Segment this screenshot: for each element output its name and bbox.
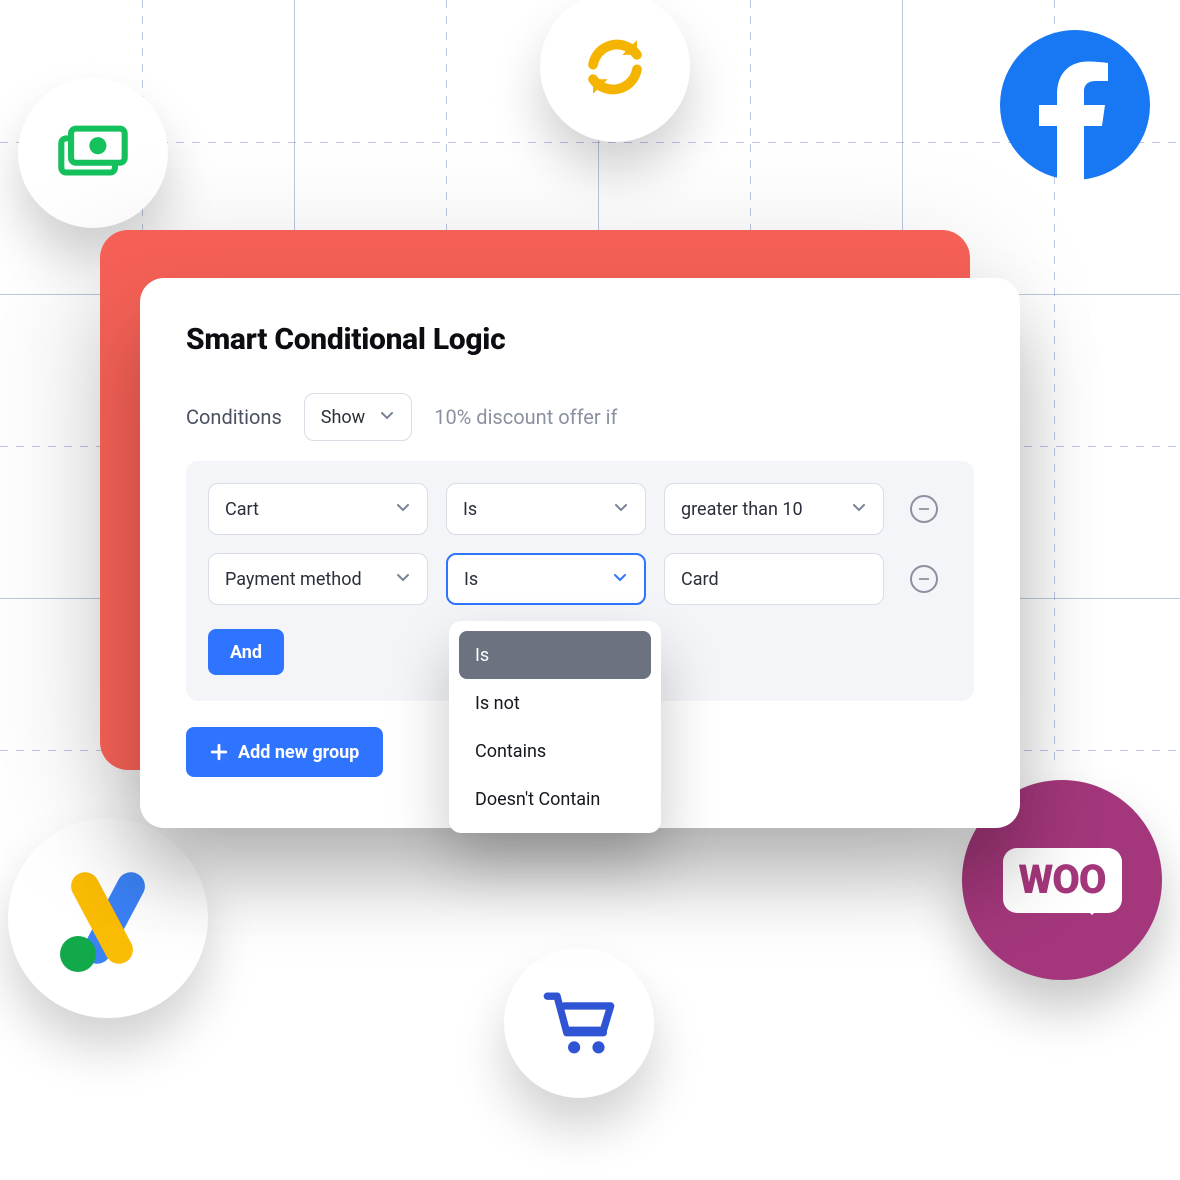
operator-select[interactable]: Is <box>446 553 646 605</box>
operator-select[interactable]: Is <box>446 483 646 535</box>
conditional-logic-panel: Smart Conditional Logic Conditions Show … <box>140 278 1020 828</box>
value-text: Card <box>681 569 719 590</box>
operator-dropdown: Is Is not Contains Doesn't Contain <box>449 621 661 833</box>
chevron-down-icon <box>395 569 411 590</box>
cart-icon <box>504 948 654 1098</box>
visibility-select[interactable]: Show <box>304 393 412 441</box>
value-text: greater than 10 <box>681 499 803 520</box>
chevron-down-icon <box>379 407 395 428</box>
remove-row-button[interactable] <box>910 495 938 523</box>
cash-icon <box>18 78 168 228</box>
and-button[interactable]: And <box>208 629 284 675</box>
field-value: Payment method <box>225 569 362 590</box>
dropdown-option-contains[interactable]: Contains <box>459 727 651 775</box>
dropdown-option-is-not[interactable]: Is not <box>459 679 651 727</box>
chevron-down-icon <box>851 499 867 520</box>
field-select[interactable]: Cart <box>208 483 428 535</box>
plus-icon <box>210 743 228 761</box>
sync-icon <box>540 0 690 142</box>
visibility-value: Show <box>321 407 365 428</box>
chevron-down-icon <box>613 499 629 520</box>
dropdown-option-is[interactable]: Is <box>459 631 651 679</box>
woo-label: WOO <box>1003 848 1122 913</box>
value-select[interactable]: greater than 10 <box>664 483 884 535</box>
value-input[interactable]: Card <box>664 553 884 605</box>
operator-value: Is <box>464 569 478 590</box>
dropdown-option-doesnt-contain[interactable]: Doesn't Contain <box>459 775 651 823</box>
panel-title: Smart Conditional Logic <box>186 322 974 357</box>
and-label: And <box>230 642 262 663</box>
add-group-button[interactable]: Add new group <box>186 727 383 777</box>
field-select[interactable]: Payment method <box>208 553 428 605</box>
chevron-down-icon <box>612 569 628 590</box>
conditions-label: Conditions <box>186 405 282 429</box>
condition-row: Cart Is greater than 10 <box>208 483 952 535</box>
google-ads-icon <box>8 818 208 1018</box>
condition-row: Payment method Is Card <box>208 553 952 605</box>
remove-row-button[interactable] <box>910 565 938 593</box>
field-value: Cart <box>225 499 259 520</box>
condition-group: Cart Is greater than 10 Payment method I… <box>186 461 974 701</box>
chevron-down-icon <box>395 499 411 520</box>
offer-text: 10% discount offer if <box>434 405 617 429</box>
operator-value: Is <box>463 499 477 520</box>
add-group-label: Add new group <box>238 742 359 763</box>
facebook-icon <box>1000 30 1150 180</box>
